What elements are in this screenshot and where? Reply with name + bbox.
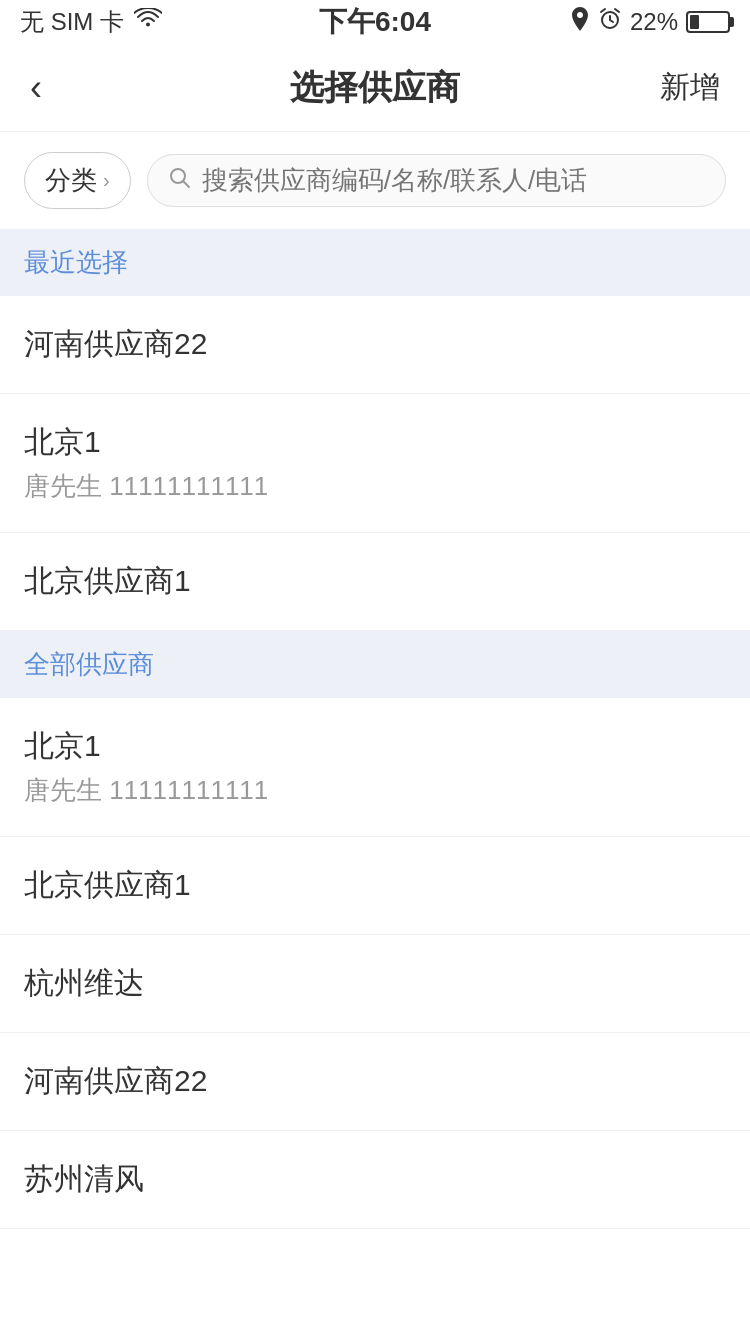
status-time: 下午6:04	[319, 3, 431, 41]
list-item[interactable]: 北京1 唐先生 11111111111	[0, 394, 750, 533]
wifi-icon	[134, 8, 162, 36]
item-name: 北京1	[24, 726, 726, 767]
all-section-header: 全部供应商	[0, 631, 750, 698]
chevron-right-icon: ›	[103, 169, 110, 192]
search-input[interactable]	[202, 165, 705, 196]
location-icon	[570, 7, 590, 37]
list-item[interactable]: 河南供应商22	[0, 1033, 750, 1131]
page-title: 选择供应商	[290, 65, 460, 111]
back-button[interactable]: ‹	[30, 67, 90, 109]
list-item[interactable]: 北京供应商1	[0, 837, 750, 935]
item-name: 北京1	[24, 422, 726, 463]
all-list: 北京1 唐先生 11111111111 北京供应商1 杭州维达河南供应商22 苏州清风	[0, 698, 750, 1229]
item-name: 杭州维达	[24, 963, 726, 1004]
battery-icon	[686, 11, 730, 33]
list-item[interactable]: 北京供应商1	[0, 533, 750, 631]
category-label: 分类	[45, 163, 97, 198]
add-button[interactable]: 新增	[660, 67, 720, 108]
recent-list: 河南供应商22 北京1 唐先生 11111111111 北京供应商1	[0, 296, 750, 631]
category-button[interactable]: 分类 ›	[24, 152, 131, 209]
item-name: 北京供应商1	[24, 865, 726, 906]
alarm-icon	[598, 7, 622, 37]
list-item[interactable]: 苏州清风	[0, 1131, 750, 1229]
list-item[interactable]: 河南供应商22	[0, 296, 750, 394]
list-item[interactable]: 杭州维达	[0, 935, 750, 1033]
battery-percentage: 22%	[630, 8, 678, 36]
item-name: 苏州清风	[24, 1159, 726, 1200]
status-left: 无 SIM 卡	[20, 6, 162, 38]
item-name: 河南供应商22	[24, 1061, 726, 1102]
recent-section-label: 最近选择	[24, 247, 128, 277]
filter-row: 分类 ›	[0, 132, 750, 229]
status-bar: 无 SIM 卡 下午6:04 22%	[0, 0, 750, 44]
item-sub: 唐先生 11111111111	[24, 469, 726, 504]
list-item[interactable]: 北京1 唐先生 11111111111	[0, 698, 750, 837]
all-section-label: 全部供应商	[24, 649, 154, 679]
recent-section-header: 最近选择	[0, 229, 750, 296]
item-sub: 唐先生 11111111111	[24, 773, 726, 808]
item-name: 北京供应商1	[24, 561, 726, 602]
item-name: 河南供应商22	[24, 324, 726, 365]
search-icon	[168, 166, 192, 196]
no-sim-text: 无 SIM 卡	[20, 6, 124, 38]
search-box[interactable]	[147, 154, 726, 207]
nav-bar: ‹ 选择供应商 新增	[0, 44, 750, 132]
status-right: 22%	[570, 7, 730, 37]
